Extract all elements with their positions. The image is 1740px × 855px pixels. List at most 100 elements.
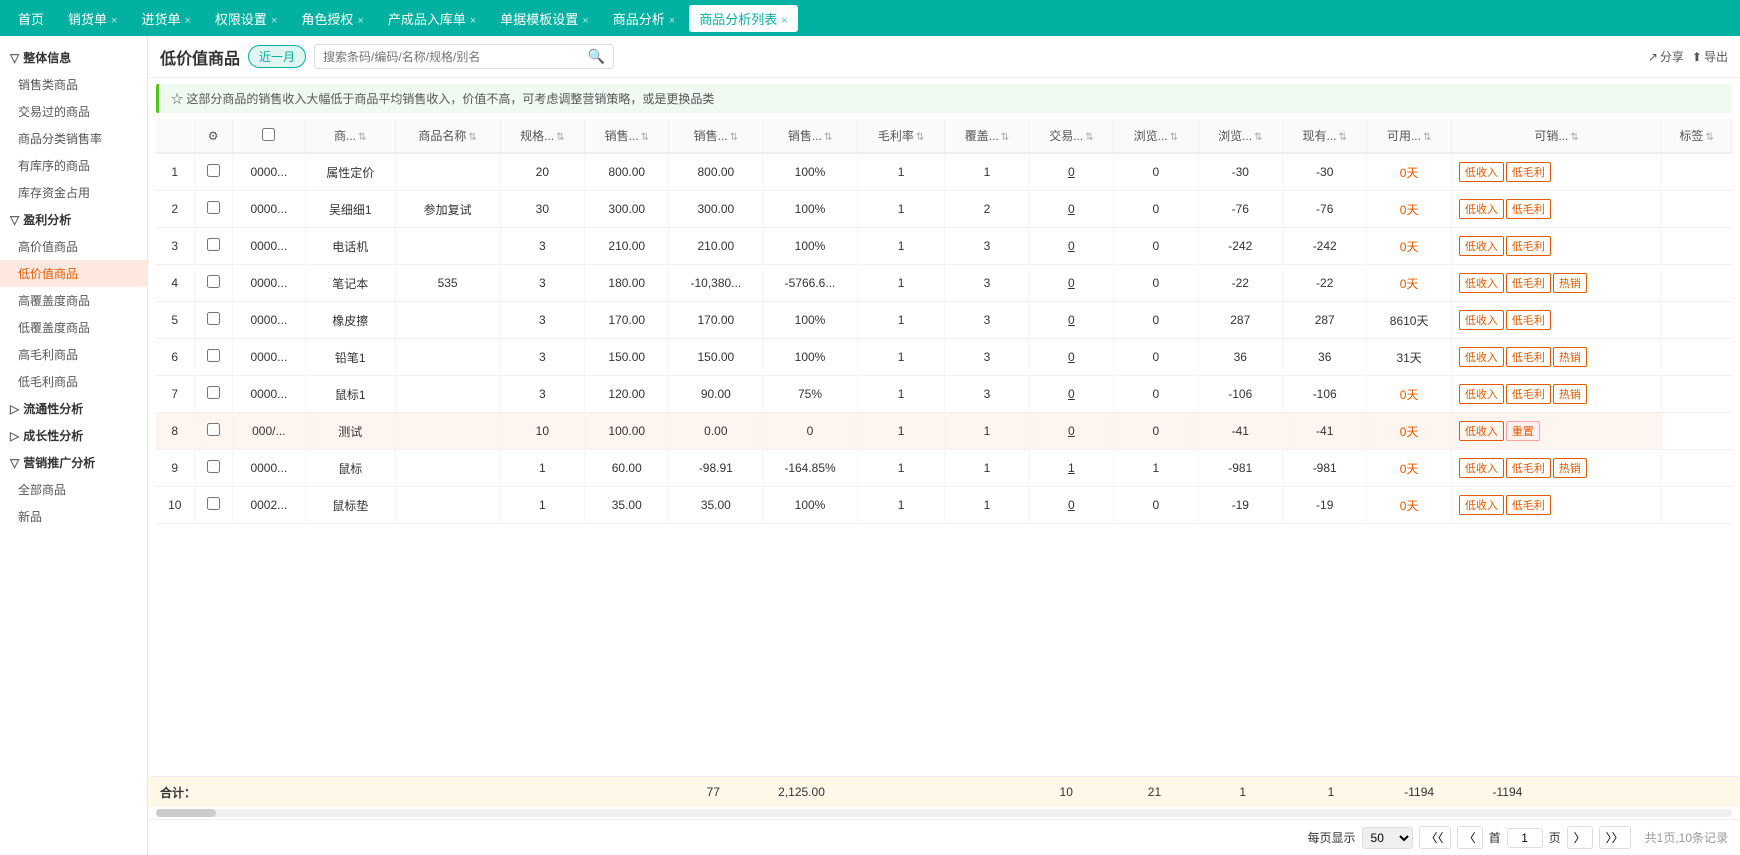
sidebar-item-高毛利商品[interactable]: 高毛利商品: [0, 341, 147, 368]
sidebar-item-库存资金占用[interactable]: 库存资金占用: [0, 179, 147, 206]
export-button[interactable]: ⬆ 导出: [1692, 48, 1728, 65]
sidebar-group-成长性分析[interactable]: ▷成长性分析: [0, 422, 147, 449]
row-checkbox[interactable]: [194, 487, 232, 524]
nav-item-权限设置[interactable]: 权限设置×: [205, 5, 287, 32]
sort-icon[interactable]: ⇅: [1339, 132, 1347, 143]
row-checkbox[interactable]: [194, 265, 232, 302]
sidebar-item-新品[interactable]: 新品: [0, 503, 147, 530]
row-browse1[interactable]: 0: [1029, 265, 1113, 302]
sort-icon[interactable]: ⇅: [1705, 132, 1713, 143]
row-browse1[interactable]: 1: [1029, 450, 1113, 487]
browse1-link[interactable]: 0: [1068, 202, 1075, 216]
sidebar-group-整体信息[interactable]: ▽整体信息: [0, 44, 147, 71]
per-page-select[interactable]: 50 100 200: [1362, 827, 1413, 849]
browse1-link[interactable]: 0: [1068, 498, 1075, 512]
sort-icon[interactable]: ⇅: [916, 132, 924, 143]
row-select-checkbox[interactable]: [207, 349, 220, 362]
first-page-button[interactable]: 〈〈: [1419, 826, 1451, 849]
row-checkbox[interactable]: [194, 339, 232, 376]
close-icon[interactable]: ×: [271, 15, 277, 27]
row-browse1[interactable]: 0: [1029, 413, 1113, 450]
sidebar-item-高价值商品[interactable]: 高价值商品: [0, 233, 147, 260]
row-select-checkbox[interactable]: [207, 497, 220, 510]
row-browse1[interactable]: 0: [1029, 487, 1113, 524]
col-checkbox[interactable]: [232, 119, 305, 153]
row-checkbox[interactable]: [194, 228, 232, 265]
sidebar-item-低覆盖度商品[interactable]: 低覆盖度商品: [0, 314, 147, 341]
row-checkbox[interactable]: [194, 450, 232, 487]
row-select-checkbox[interactable]: [207, 201, 220, 214]
close-icon[interactable]: ×: [781, 15, 787, 27]
sidebar-group-流通性分析[interactable]: ▷流通性分析: [0, 395, 147, 422]
close-icon[interactable]: ×: [669, 15, 675, 27]
last-page-button[interactable]: 〉〉: [1599, 826, 1631, 849]
close-icon[interactable]: ×: [582, 15, 588, 27]
browse1-link[interactable]: 0: [1068, 350, 1075, 364]
row-select-checkbox[interactable]: [207, 164, 220, 177]
select-all-checkbox[interactable]: [262, 128, 275, 141]
row-browse1[interactable]: 0: [1029, 191, 1113, 228]
sort-icon[interactable]: ⇅: [1001, 132, 1009, 143]
sort-icon[interactable]: ⇅: [1170, 132, 1178, 143]
row-select-checkbox[interactable]: [207, 312, 220, 325]
close-icon[interactable]: ×: [357, 15, 363, 27]
sort-icon[interactable]: ⇅: [1085, 132, 1093, 143]
share-button[interactable]: ↗ 分享: [1648, 48, 1684, 65]
nav-item-商品分析[interactable]: 商品分析×: [603, 5, 685, 32]
search-input[interactable]: [323, 50, 584, 64]
nav-item-产成品入库单[interactable]: 产成品入库单×: [378, 5, 486, 32]
row-checkbox[interactable]: [194, 302, 232, 339]
row-checkbox[interactable]: [194, 191, 232, 228]
browse1-link[interactable]: 1: [1068, 461, 1075, 475]
sidebar-item-有库序的商品[interactable]: 有库序的商品: [0, 152, 147, 179]
row-checkbox[interactable]: [194, 153, 232, 191]
sidebar-item-高覆盖度商品[interactable]: 高覆盖度商品: [0, 287, 147, 314]
close-icon[interactable]: ×: [184, 15, 190, 27]
close-icon[interactable]: ×: [470, 15, 476, 27]
sort-icon[interactable]: ⇅: [556, 132, 564, 143]
sort-icon[interactable]: ⇅: [824, 132, 832, 143]
browse1-link[interactable]: 0: [1068, 387, 1075, 401]
sort-icon[interactable]: ⇅: [468, 132, 476, 143]
row-browse1[interactable]: 0: [1029, 339, 1113, 376]
sidebar-item-低毛利商品[interactable]: 低毛利商品: [0, 368, 147, 395]
browse1-link[interactable]: 0: [1068, 165, 1075, 179]
sort-icon[interactable]: ⇅: [358, 132, 366, 143]
nav-item-商品分析列表[interactable]: 商品分析列表×: [689, 5, 797, 32]
nav-item-首页[interactable]: 首页: [8, 5, 54, 32]
sidebar-item-低价值商品[interactable]: 低价值商品: [0, 260, 147, 287]
row-checkbox[interactable]: [194, 413, 232, 450]
row-select-checkbox[interactable]: [207, 386, 220, 399]
browse1-link[interactable]: 0: [1068, 276, 1075, 290]
filter-month-button[interactable]: 近一月: [248, 45, 306, 68]
sidebar-item-全部商品[interactable]: 全部商品: [0, 476, 147, 503]
row-browse1[interactable]: 0: [1029, 376, 1113, 413]
prev-page-button[interactable]: 〈: [1457, 826, 1483, 849]
row-browse1[interactable]: 0: [1029, 302, 1113, 339]
col-settings[interactable]: ⚙: [194, 119, 232, 153]
sidebar-item-商品分类销售率[interactable]: 商品分类销售率: [0, 125, 147, 152]
nav-item-销货单[interactable]: 销货单×: [58, 5, 127, 32]
sidebar-group-营销推广分析[interactable]: ▽营销推广分析: [0, 449, 147, 476]
row-checkbox[interactable]: [194, 376, 232, 413]
sort-icon[interactable]: ⇅: [641, 132, 649, 143]
sidebar-item-交易过的商品[interactable]: 交易过的商品: [0, 98, 147, 125]
next-page-button[interactable]: 〉: [1567, 826, 1593, 849]
row-browse1[interactable]: 0: [1029, 228, 1113, 265]
browse1-link[interactable]: 0: [1068, 313, 1075, 327]
row-select-checkbox[interactable]: [207, 238, 220, 251]
browse1-link[interactable]: 0: [1068, 424, 1075, 438]
horizontal-scrollbar[interactable]: [156, 809, 1732, 817]
row-select-checkbox[interactable]: [207, 460, 220, 473]
row-select-checkbox[interactable]: [207, 423, 220, 436]
sort-icon[interactable]: ⇅: [1254, 132, 1262, 143]
sort-icon[interactable]: ⇅: [1570, 132, 1578, 143]
nav-item-单据模板设置[interactable]: 单据模板设置×: [490, 5, 598, 32]
sidebar-item-销售类商品[interactable]: 销售类商品: [0, 71, 147, 98]
nav-item-进货单[interactable]: 进货单×: [131, 5, 200, 32]
settings-icon[interactable]: ⚙: [208, 129, 219, 143]
page-number-input[interactable]: [1507, 828, 1543, 848]
sort-icon[interactable]: ⇅: [730, 132, 738, 143]
nav-item-角色授权[interactable]: 角色授权×: [291, 5, 373, 32]
row-browse1[interactable]: 0: [1029, 153, 1113, 191]
